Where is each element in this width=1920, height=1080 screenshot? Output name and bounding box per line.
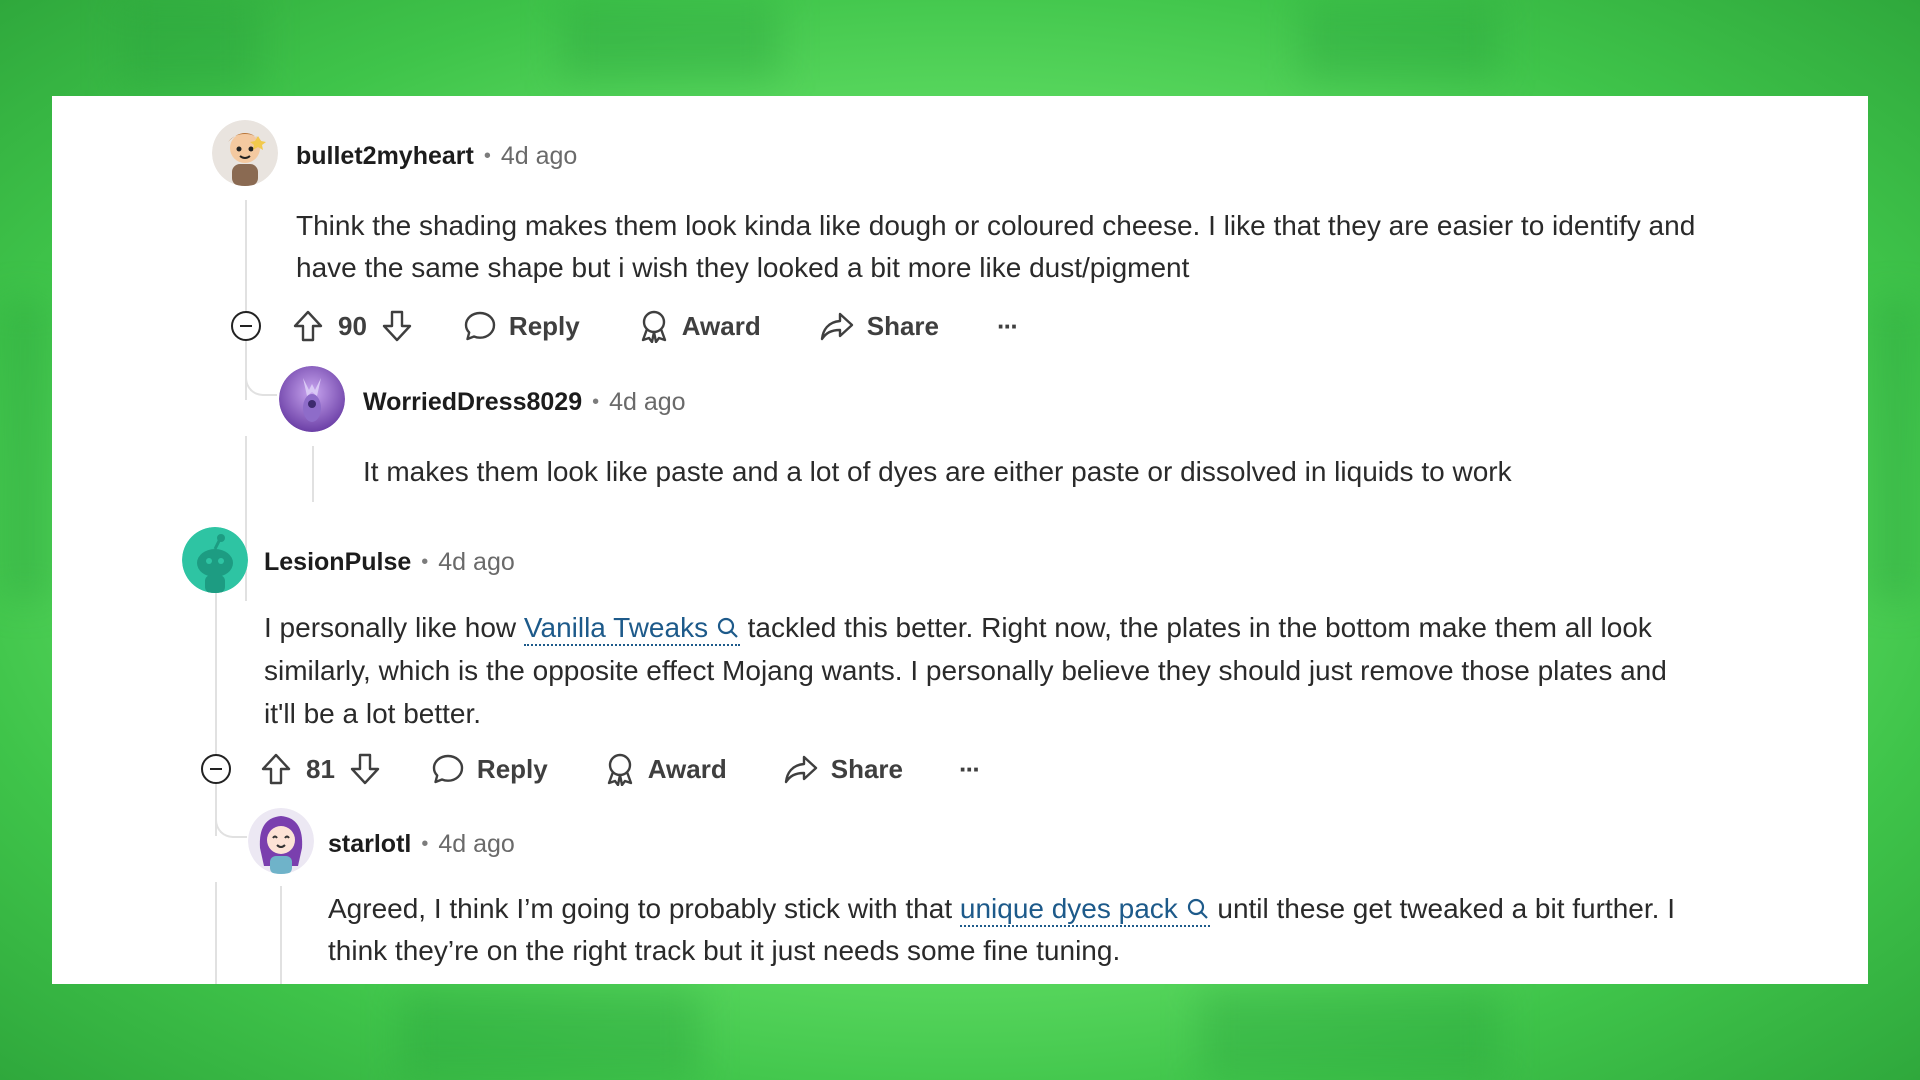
thread-line [215, 882, 217, 984]
reply-label: Reply [508, 310, 580, 341]
downvote-button[interactable] [381, 309, 413, 343]
reply-button[interactable]: Reply [463, 309, 580, 343]
share-icon [820, 312, 853, 341]
search-link[interactable]: unique dyes pack [959, 893, 1210, 927]
timestamp[interactable]: 4d ago [609, 388, 685, 417]
timestamp[interactable]: 4d ago [501, 142, 577, 171]
award-button[interactable]: Award [638, 309, 761, 343]
award-button[interactable]: Award [604, 752, 727, 786]
award-icon [607, 753, 632, 786]
upvote-icon [261, 753, 291, 785]
vote-count: 90 [338, 310, 367, 341]
avatar[interactable] [248, 808, 314, 874]
share-button[interactable]: Share [819, 310, 939, 342]
collapse-icon [201, 754, 231, 784]
award-icon [641, 310, 666, 343]
comment-meta: bullet2myheart • 4d ago [296, 142, 577, 171]
comment-body: I personally like how Vanilla Tweaks tac… [264, 606, 1704, 735]
separator-dot: • [421, 833, 429, 855]
separator-dot: • [421, 551, 429, 573]
separator-dot: • [592, 391, 600, 413]
author-name[interactable]: bullet2myheart [296, 142, 474, 171]
reply-label: Reply [476, 753, 548, 784]
author-name[interactable]: LesionPulse [264, 548, 411, 577]
reply-button[interactable]: Reply [431, 752, 548, 786]
search-icon [717, 617, 738, 638]
author-name[interactable]: starlotl [328, 830, 411, 859]
separator-dot: • [483, 145, 491, 167]
downvote-icon [350, 753, 380, 785]
comment-meta: WorriedDress8029 • 4d ago [363, 388, 686, 417]
vote-count: 81 [306, 753, 335, 784]
avatar[interactable] [279, 366, 345, 432]
collapse-thread-button[interactable] [230, 310, 262, 342]
comment-actions: 81 Reply Award Share ··· [260, 749, 981, 789]
collapse-icon [231, 311, 261, 341]
background-ray [1870, 300, 1920, 600]
share-icon [784, 755, 817, 784]
search-link[interactable]: Vanilla Tweaks [523, 612, 740, 646]
avatar[interactable] [212, 120, 278, 186]
background-ray [120, 0, 260, 90]
comment-actions: 90 Reply Award Share ··· [292, 306, 1019, 346]
collapse-thread-button[interactable] [200, 753, 232, 785]
avatar[interactable] [182, 527, 248, 593]
background-ray [0, 300, 50, 600]
background-ray [560, 0, 780, 80]
award-label: Award [681, 310, 761, 341]
comment-icon [432, 754, 464, 784]
thread-line [312, 446, 314, 502]
share-label: Share [830, 753, 903, 784]
body-text-start: Agreed, I think I’m going to probably st… [328, 893, 960, 924]
background-ray [1300, 0, 1500, 80]
downvote-button[interactable] [349, 752, 381, 786]
search-link-label: Vanilla Tweaks [523, 612, 709, 643]
thread-line [215, 566, 217, 836]
comment-body: It makes them look like paste and a lot … [363, 456, 1512, 487]
thread-line [280, 886, 282, 984]
body-text-start: I personally like how [264, 612, 524, 643]
thread-line [245, 436, 247, 601]
downvote-icon [382, 310, 412, 342]
thread-branch [215, 812, 247, 838]
upvote-icon [293, 310, 323, 342]
search-icon [1187, 898, 1208, 919]
award-label: Award [647, 753, 727, 784]
comment-body: Agreed, I think I’m going to probably st… [328, 888, 1738, 972]
comment-meta: starlotl • 4d ago [328, 830, 515, 859]
share-label: Share [866, 310, 939, 341]
author-name[interactable]: WorriedDress8029 [363, 388, 582, 417]
thread-branch [245, 370, 277, 396]
search-link-label: unique dyes pack [959, 893, 1178, 924]
more-options-button[interactable]: ··· [997, 311, 1019, 342]
timestamp[interactable]: 4d ago [438, 548, 514, 577]
upvote-button[interactable] [292, 309, 324, 343]
comment-icon [464, 311, 496, 341]
upvote-button[interactable] [260, 752, 292, 786]
share-button[interactable]: Share [783, 753, 903, 785]
comment-thread-card: bullet2myheart • 4d ago Think the shadin… [52, 96, 1868, 984]
background-ray [1200, 990, 1500, 1080]
background-ray [400, 990, 700, 1080]
comment-meta: LesionPulse • 4d ago [264, 548, 515, 577]
more-options-button[interactable]: ··· [959, 754, 981, 785]
comment-body: Think the shading makes them look kinda … [296, 210, 1696, 283]
timestamp[interactable]: 4d ago [438, 830, 514, 859]
